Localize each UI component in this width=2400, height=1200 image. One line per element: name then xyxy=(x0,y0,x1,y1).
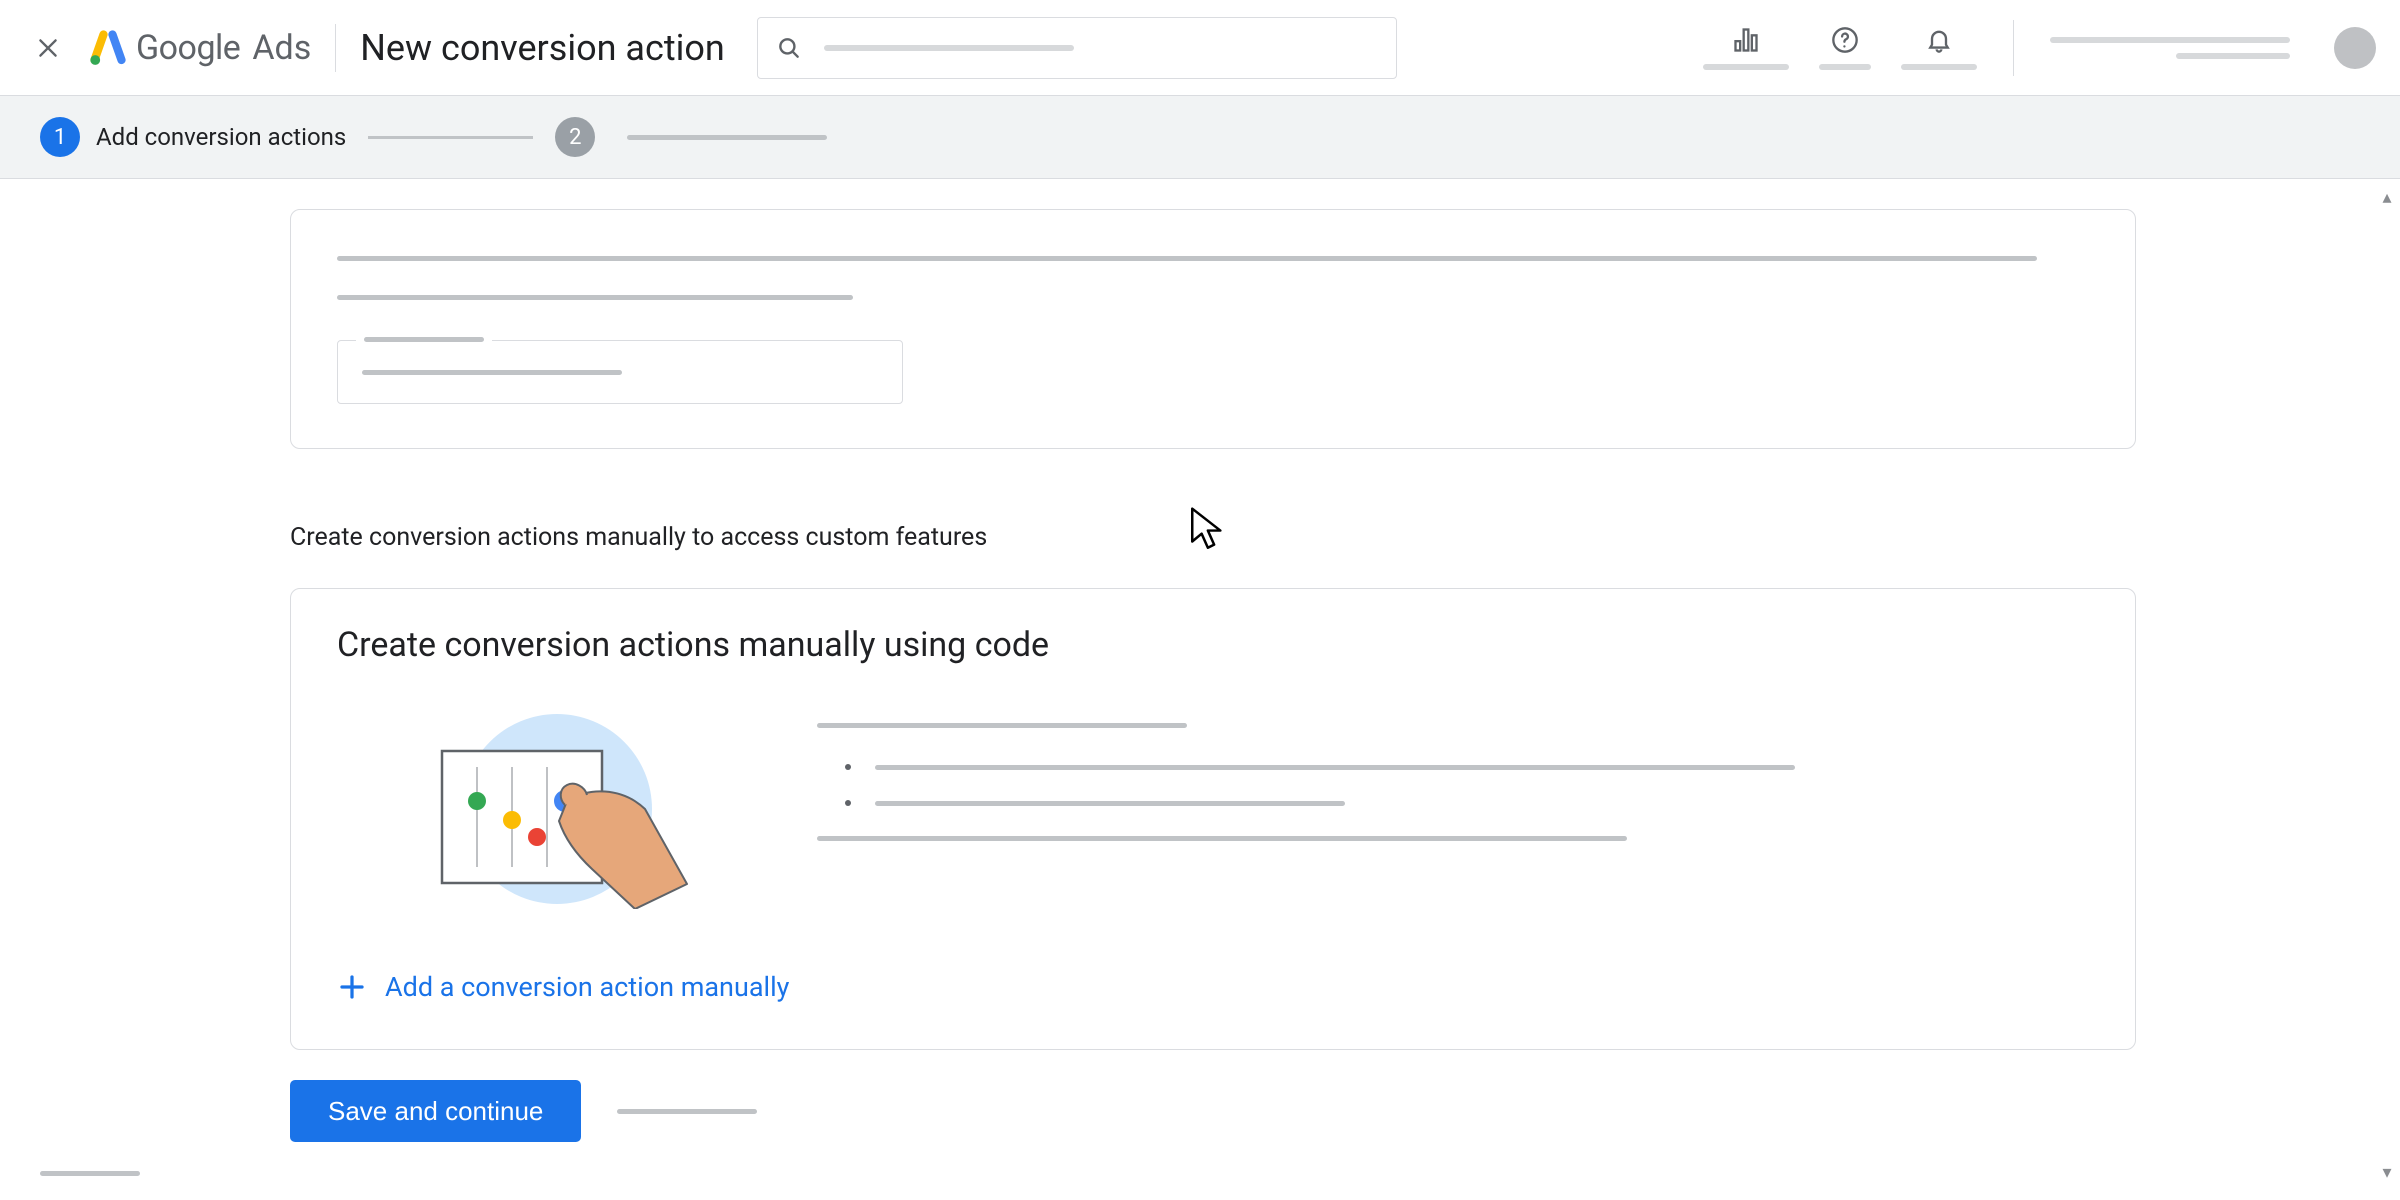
secondary-action-placeholder[interactable] xyxy=(617,1109,757,1114)
search-input[interactable] xyxy=(757,17,1397,79)
stepper: 1 Add conversion actions 2 xyxy=(0,96,2400,179)
placeholder-line xyxy=(337,256,2037,261)
scroll-down-arrow-icon[interactable]: ▾ xyxy=(2382,1164,2391,1182)
footer-actions: Save and continue xyxy=(290,1080,2400,1142)
add-conversion-manually-link[interactable]: Add a conversion action manually xyxy=(337,971,2089,1003)
step-1[interactable]: 1 Add conversion actions xyxy=(40,117,346,157)
product-logo-cluster: Google Ads xyxy=(90,28,311,68)
google-ads-logo-icon xyxy=(90,30,126,66)
divider xyxy=(2013,20,2014,76)
divider xyxy=(335,24,336,72)
help-icon xyxy=(1831,26,1859,54)
add-manual-label: Add a conversion action manually xyxy=(385,971,789,1003)
close-button[interactable] xyxy=(24,24,72,72)
manual-section-title: Create conversion actions manually to ac… xyxy=(290,523,2400,552)
manual-card: Create conversion actions manually using… xyxy=(290,588,2136,1050)
step-2-label-placeholder xyxy=(627,135,827,140)
main-content: Create conversion actions manually to ac… xyxy=(0,179,2400,1192)
notifications-button[interactable] xyxy=(1901,26,1977,70)
scroll-up-arrow-icon[interactable]: ▴ xyxy=(2382,189,2391,207)
step-connector xyxy=(368,136,533,139)
placeholder-line xyxy=(875,801,1345,806)
placeholder-line xyxy=(817,836,1627,841)
manual-card-title: Create conversion actions manually using… xyxy=(337,625,2089,665)
close-icon xyxy=(35,35,61,61)
step-1-badge: 1 xyxy=(40,117,80,157)
placeholder-line xyxy=(817,723,1187,728)
appbar-right xyxy=(1703,20,2376,76)
account-avatar[interactable] xyxy=(2334,27,2376,69)
step-2[interactable]: 2 xyxy=(555,117,827,157)
ads-word: Ads xyxy=(252,28,311,68)
placeholder-line xyxy=(337,295,853,300)
input-value-placeholder xyxy=(362,370,622,375)
account-info-placeholder xyxy=(2050,37,2290,59)
google-word: Google xyxy=(136,28,240,68)
manual-card-description xyxy=(817,709,2089,841)
plus-icon xyxy=(337,972,367,1002)
vertical-scrollbar[interactable]: ▴ ▾ xyxy=(2374,179,2400,1192)
step-2-badge: 2 xyxy=(555,117,595,157)
bottom-left-placeholder xyxy=(40,1171,140,1176)
search-icon xyxy=(776,35,802,61)
manual-illustration xyxy=(387,709,697,909)
bell-icon xyxy=(1925,26,1953,54)
input-floating-label xyxy=(356,337,492,342)
search-placeholder xyxy=(824,45,1074,51)
reports-icon xyxy=(1732,26,1760,54)
help-button[interactable] xyxy=(1819,26,1871,70)
step-1-label: Add conversion actions xyxy=(96,123,346,151)
page-title: New conversion action xyxy=(360,27,725,69)
reports-button[interactable] xyxy=(1703,26,1789,70)
url-input[interactable] xyxy=(337,340,903,404)
placeholder-line xyxy=(875,765,1795,770)
app-bar: Google Ads New conversion action xyxy=(0,0,2400,96)
save-and-continue-button[interactable]: Save and continue xyxy=(290,1080,581,1142)
auto-detect-card xyxy=(290,209,2136,449)
